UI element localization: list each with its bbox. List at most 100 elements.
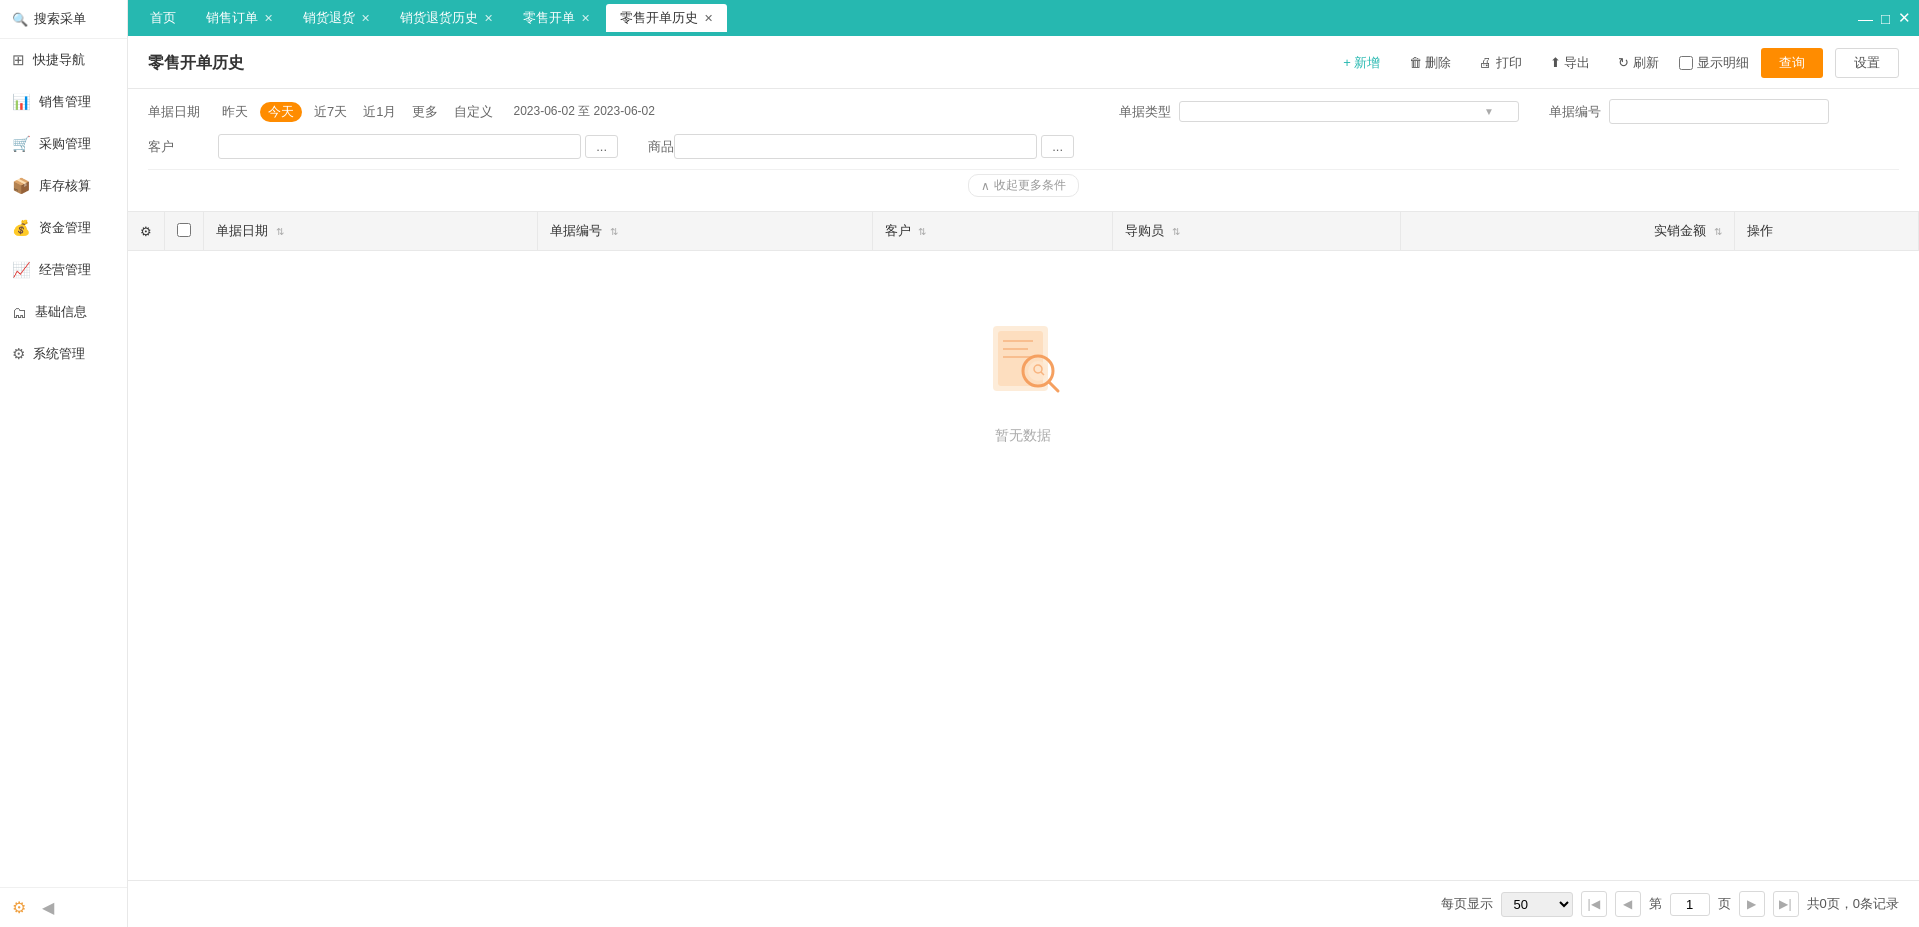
sidebar-item-purchase-mgmt[interactable]: 🛒 采购管理 — [0, 123, 127, 165]
th-no[interactable]: 单据编号 ⇅ — [538, 212, 872, 251]
print-btn[interactable]: 🖨 打印 — [1471, 50, 1530, 76]
select-all-checkbox[interactable] — [177, 223, 191, 237]
sidebar-item-label: 资金管理 — [39, 219, 91, 237]
export-btn[interactable]: ⬆ 导出 — [1542, 50, 1599, 76]
tab-home[interactable]: 首页 — [136, 4, 190, 32]
date-opt-last-month[interactable]: 近1月 — [359, 102, 400, 122]
collapse-btn[interactable]: ∧ 收起更多条件 — [968, 174, 1079, 197]
th-date[interactable]: 单据日期 ⇅ — [204, 212, 538, 251]
tab-sales-return[interactable]: 销货退货 ✕ — [289, 4, 384, 32]
display-detail-checkbox[interactable] — [1679, 56, 1693, 70]
tab-sales-order[interactable]: 销售订单 ✕ — [192, 4, 287, 32]
pagination-bar: 每页显示 50 20 100 |◀ ◀ 第 页 ▶ ▶| 共0页，0条记录 — [128, 880, 1919, 927]
customer-input[interactable] — [218, 134, 581, 159]
tab-retail-open-history[interactable]: 零售开单历史 ✕ — [606, 4, 727, 32]
per-page-label: 每页显示 — [1441, 895, 1493, 913]
date-opt-last7[interactable]: 近7天 — [310, 102, 351, 122]
sales-mgmt-icon: 📊 — [12, 93, 31, 111]
display-detail-label[interactable]: 显示明细 — [1679, 54, 1749, 72]
page-last-btn[interactable]: ▶| — [1773, 891, 1799, 917]
empty-illustration — [973, 311, 1073, 411]
refresh-btn[interactable]: ↻ 刷新 — [1610, 50, 1667, 76]
date-label: 单据日期 — [148, 103, 218, 121]
date-opt-custom[interactable]: 自定义 — [450, 102, 497, 122]
sys-mgmt-icon: ⚙ — [12, 345, 25, 363]
customer-label: 客户 — [148, 138, 218, 156]
customer-search-btn[interactable]: ... — [585, 135, 618, 158]
page-size-select[interactable]: 50 20 100 — [1501, 892, 1573, 917]
data-table: ⚙ 单据日期 ⇅ 单据编号 ⇅ — [128, 212, 1919, 505]
add-btn[interactable]: + 新增 — [1335, 50, 1388, 76]
bill-type-segment: 单据类型 ▼ — [1119, 101, 1519, 122]
sidebar-item-base-info[interactable]: 🗂 基础信息 — [0, 291, 127, 333]
sidebar-item-sys-mgmt[interactable]: ⚙ 系统管理 — [0, 333, 127, 375]
sidebar-item-label: 库存核算 — [39, 177, 91, 195]
settings-btn[interactable]: 设置 — [1835, 48, 1899, 78]
collapse-sidebar-icon[interactable]: ◀ — [42, 898, 54, 917]
table-body: 暂无数据 — [128, 251, 1919, 506]
date-options: 昨天 今天 近7天 近1月 更多 自定义 2023-06-02 至 2023-0… — [218, 102, 655, 122]
filter-area: 单据日期 昨天 今天 近7天 近1月 更多 自定义 2023-06-02 至 2… — [128, 89, 1919, 212]
table-container: ⚙ 单据日期 ⇅ 单据编号 ⇅ — [128, 212, 1919, 880]
bill-no-segment: 单据编号 — [1549, 99, 1899, 124]
date-opt-yesterday[interactable]: 昨天 — [218, 102, 252, 122]
tab-retail-open-label: 零售开单 — [523, 9, 575, 27]
sidebar-item-inventory[interactable]: 📦 库存核算 — [0, 165, 127, 207]
finance-icon: 💰 — [12, 219, 31, 237]
toolbar: + 新增 🗑 删除 🖨 打印 ⬆ 导出 ↻ 刷新 显示明细 查询 设置 — [1335, 48, 1899, 78]
date-opt-today[interactable]: 今天 — [260, 102, 302, 122]
tab-sales-return-history-label: 销货退货历史 — [400, 9, 478, 27]
tab-retail-open-history-close[interactable]: ✕ — [704, 12, 713, 25]
sidebar-item-label: 系统管理 — [33, 345, 85, 363]
search-icon: 🔍 — [12, 12, 28, 27]
sidebar-search-label: 搜索采单 — [34, 10, 86, 28]
bill-no-input[interactable] — [1609, 99, 1829, 124]
tab-retail-open-close[interactable]: ✕ — [581, 12, 590, 25]
sort-date-icon: ⇅ — [276, 226, 284, 237]
bill-type-select[interactable]: ▼ — [1179, 101, 1519, 122]
inventory-icon: 📦 — [12, 177, 31, 195]
th-settings[interactable]: ⚙ — [128, 212, 165, 251]
sidebar-item-quick-nav[interactable]: ⊞ 快捷导航 — [0, 39, 127, 81]
window-controls: — □ ✕ — [1858, 9, 1911, 27]
sidebar-item-operation[interactable]: 📈 经营管理 — [0, 249, 127, 291]
sort-amount-icon: ⇅ — [1714, 226, 1722, 237]
goods-input[interactable] — [674, 134, 1037, 159]
table-header-row: ⚙ 单据日期 ⇅ 单据编号 ⇅ — [128, 212, 1919, 251]
goods-search-btn[interactable]: ... — [1041, 135, 1074, 158]
settings-col-icon[interactable]: ⚙ — [140, 224, 152, 239]
tab-sales-return-history-close[interactable]: ✕ — [484, 12, 493, 25]
th-salesperson[interactable]: 导购员 ⇅ — [1113, 212, 1400, 251]
close-btn[interactable]: ✕ — [1898, 9, 1911, 27]
page-title-row: 零售开单历史 + 新增 🗑 删除 🖨 打印 ⬆ 导出 ↻ 刷新 显示明细 查询 … — [148, 48, 1899, 78]
tab-sales-order-close[interactable]: ✕ — [264, 12, 273, 25]
tab-sales-return-history[interactable]: 销货退货历史 ✕ — [386, 4, 507, 32]
page-next-btn[interactable]: ▶ — [1739, 891, 1765, 917]
base-info-icon: 🗂 — [12, 304, 27, 321]
main-content: 首页 销售订单 ✕ 销货退货 ✕ 销货退货历史 ✕ 零售开单 ✕ 零售开单历史 … — [128, 0, 1919, 927]
settings-icon[interactable]: ⚙ — [12, 898, 26, 917]
delete-btn[interactable]: 🗑 删除 — [1401, 50, 1460, 76]
tab-retail-open[interactable]: 零售开单 ✕ — [509, 4, 604, 32]
maximize-btn[interactable]: □ — [1881, 10, 1890, 27]
sidebar-bottom: ⚙ ◀ — [0, 887, 127, 927]
sidebar-item-finance[interactable]: 💰 资金管理 — [0, 207, 127, 249]
th-checkbox[interactable] — [165, 212, 204, 251]
tab-sales-return-close[interactable]: ✕ — [361, 12, 370, 25]
empty-text: 暂无数据 — [995, 427, 1051, 445]
bill-type-arrow-icon: ▼ — [1484, 106, 1494, 117]
date-opt-more[interactable]: 更多 — [408, 102, 442, 122]
bill-no-label: 单据编号 — [1549, 103, 1601, 121]
page-first-btn[interactable]: |◀ — [1581, 891, 1607, 917]
th-customer[interactable]: 客户 ⇅ — [872, 212, 1112, 251]
sidebar-search[interactable]: 🔍 搜索采单 — [0, 0, 127, 39]
empty-state: 暂无数据 — [128, 251, 1919, 505]
minimize-btn[interactable]: — — [1858, 10, 1873, 27]
page-prev-btn[interactable]: ◀ — [1615, 891, 1641, 917]
sidebar-item-sales-mgmt[interactable]: 📊 销售管理 — [0, 81, 127, 123]
query-btn[interactable]: 查询 — [1761, 48, 1823, 78]
th-amount[interactable]: 实销金额 ⇅ — [1400, 212, 1734, 251]
filter-row-1: 单据日期 昨天 今天 近7天 近1月 更多 自定义 2023-06-02 至 2… — [148, 99, 1899, 124]
svg-line-7 — [1049, 382, 1058, 391]
page-number-input[interactable] — [1670, 893, 1710, 916]
